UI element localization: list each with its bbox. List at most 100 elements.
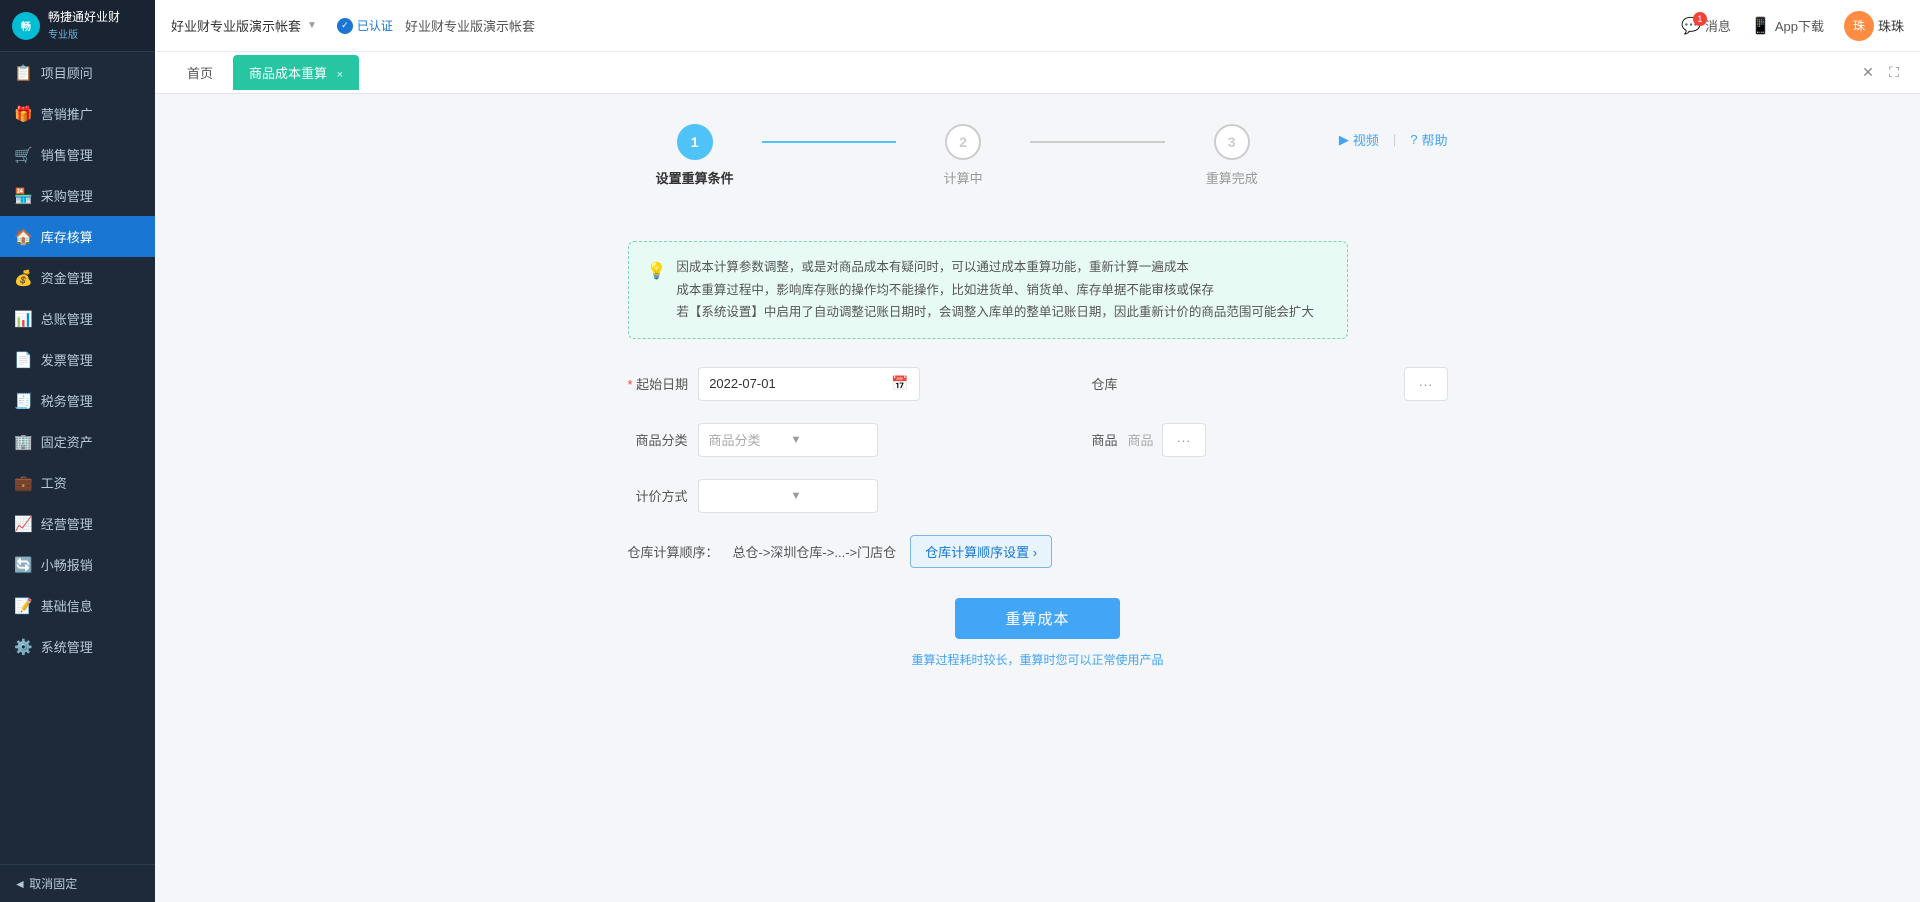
sidebar-item-operations[interactable]: 📈 经营管理 [0, 503, 155, 544]
warehouse-order-settings-btn[interactable]: 仓库计算顺序设置 › [910, 535, 1052, 568]
project-icon: 📋 [14, 64, 33, 82]
info-line3: 若【系统设置】中启用了自动调整记账日期时，会调整入库单的整单记账日期，因此重新计… [676, 301, 1314, 324]
warehouse-select-btn[interactable]: ··· [1404, 367, 1448, 401]
calendar-icon[interactable]: 📅 [891, 375, 908, 392]
topbar: 好业财专业版演示帐套 ▼ ✓ 已认证 好业财专业版演示帐套 💬 1 消息 📱 A… [155, 0, 1920, 52]
payroll-icon: 💼 [14, 474, 33, 492]
account-selector[interactable]: 好业财专业版演示帐套 ▼ [171, 16, 317, 35]
step-3: 3 重算完成 [1165, 124, 1299, 187]
inventory-icon: 🏠 [14, 228, 33, 246]
warehouse-order-value: 总仓->深圳仓库->...->门店仓 [733, 542, 897, 561]
username-label: 珠珠 [1878, 16, 1904, 35]
sidebar-item-tax[interactable]: 🧾 税务管理 [0, 380, 155, 421]
main-area: 好业财专业版演示帐套 ▼ ✓ 已认证 好业财专业版演示帐套 💬 1 消息 📱 A… [155, 0, 1920, 902]
sidebar-pin-toggle[interactable]: ◄ 取消固定 [0, 864, 155, 902]
step-1: 1 设置重算条件 [628, 124, 762, 187]
tab-cost-recalc-label: 商品成本重算 [249, 66, 327, 81]
divider: | [1393, 132, 1396, 147]
field-category: 商品分类 商品分类 ▼ [628, 423, 1018, 457]
pricing-select[interactable]: ▼ [698, 479, 878, 513]
marketing-icon: 🎁 [14, 105, 33, 123]
app-download-btn[interactable]: 📱 App下载 [1751, 16, 1824, 36]
sidebar-item-label: 总账管理 [41, 309, 93, 328]
message-badge: 1 [1693, 12, 1707, 26]
sidebar-item-label: 工资 [41, 473, 67, 492]
start-date-input[interactable] [709, 376, 885, 391]
goods-value-placeholder: 商品 [1128, 430, 1154, 449]
video-link[interactable]: ▶ 视频 [1339, 130, 1379, 149]
sidebar-item-inventory[interactable]: 🏠 库存核算 [0, 216, 155, 257]
sidebar-item-sales[interactable]: 🛒 销售管理 [0, 134, 155, 175]
expand-window-btn[interactable]: ⛶ [1884, 63, 1904, 83]
avatar: 珠 [1844, 11, 1874, 41]
sidebar-item-marketing[interactable]: 🎁 营销推广 [0, 93, 155, 134]
recalc-note: 重算过程耗时较长，重算时您可以正常使用产品 [911, 651, 1163, 668]
invoice-icon: 📄 [14, 351, 33, 369]
sidebar-item-system[interactable]: ⚙️ 系统管理 [0, 626, 155, 667]
category-label: 商品分类 [628, 430, 688, 449]
sidebar-item-expense[interactable]: 🔄 小畅报销 [0, 544, 155, 585]
app-logo: 畅 [12, 12, 40, 40]
purchase-icon: 🏪 [14, 187, 33, 205]
sidebar-item-label: 发票管理 [41, 350, 93, 369]
sidebar-item-project[interactable]: 📋 项目顾问 [0, 52, 155, 93]
account-full-name: 好业财专业版演示帐套 [405, 16, 535, 35]
category-select[interactable]: 商品分类 ▼ [698, 423, 878, 457]
top-links: ▶ 视频 | ? 帮助 [1339, 130, 1448, 149]
video-icon: ▶ [1339, 132, 1349, 148]
verified-text: 已认证 [357, 17, 393, 34]
help-link[interactable]: ? 帮助 [1410, 130, 1447, 149]
system-icon: ⚙️ [14, 638, 33, 656]
pin-toggle-label: ◄ 取消固定 [14, 875, 77, 892]
tab-cost-recalc[interactable]: 商品成本重算 × [233, 55, 359, 90]
recalc-section: 重算成本 重算过程耗时较长，重算时您可以正常使用产品 [628, 598, 1448, 668]
sidebar-item-label: 项目顾问 [41, 63, 93, 82]
app-title: 畅捷通好业财 [48, 10, 120, 26]
goods-select-btn[interactable]: ··· [1162, 423, 1206, 457]
step-line-1 [762, 141, 896, 143]
steps-container: 1 设置重算条件 2 计算中 [628, 124, 1299, 187]
tab-home[interactable]: 首页 [171, 55, 229, 90]
sidebar-item-invoice[interactable]: 📄 发票管理 [0, 339, 155, 380]
message-btn[interactable]: 💬 1 消息 [1681, 16, 1731, 36]
info-content: 因成本计算参数调整，或是对商品成本有疑问时，可以通过成本重算功能，重新计算一遍成… [676, 256, 1314, 324]
sidebar-item-accounting[interactable]: 📊 总账管理 [0, 298, 155, 339]
sidebar-item-assets[interactable]: 🏢 固定资产 [0, 421, 155, 462]
sidebar-item-finance[interactable]: 💰 资金管理 [0, 257, 155, 298]
sidebar-item-basic[interactable]: 📝 基础信息 [0, 585, 155, 626]
warehouse-order-label: 仓库计算顺序： [628, 542, 719, 561]
start-date-input-wrap[interactable]: 📅 [698, 367, 919, 401]
help-icon: ? [1410, 132, 1417, 147]
sidebar-item-label: 营销推广 [41, 104, 93, 123]
sidebar-item-label: 税务管理 [41, 391, 93, 410]
recalc-btn-label: 重算成本 [1005, 611, 1069, 628]
expense-icon: 🔄 [14, 556, 33, 574]
finance-icon: 💰 [14, 269, 33, 287]
sidebar-item-purchase[interactable]: 🏪 采购管理 [0, 175, 155, 216]
sidebar-nav: 📋 项目顾问 🎁 营销推广 🛒 销售管理 🏪 采购管理 🏠 库存核算 💰 资金管… [0, 52, 155, 864]
warehouse-label: 仓库 [1058, 374, 1118, 393]
step-3-circle: 3 [1214, 124, 1250, 160]
close-window-btn[interactable]: ✕ [1858, 63, 1878, 83]
start-date-label: * 起始日期 [628, 374, 689, 393]
accounting-icon: 📊 [14, 310, 33, 328]
form-row-1: * 起始日期 📅 仓库 ··· [628, 367, 1448, 401]
video-label: 视频 [1353, 130, 1379, 149]
verified-icon: ✓ [337, 18, 353, 34]
warehouse-order-btn-label: 仓库计算顺序设置 › [925, 542, 1037, 561]
sidebar-item-label: 固定资产 [41, 432, 93, 451]
field-start-date: * 起始日期 📅 [628, 367, 1018, 401]
app-download-label: App下载 [1775, 16, 1824, 35]
recalc-btn[interactable]: 重算成本 [955, 598, 1119, 639]
field-pricing: 计价方式 ▼ [628, 479, 1018, 513]
sidebar-item-label: 采购管理 [41, 186, 93, 205]
pricing-label: 计价方式 [628, 486, 688, 505]
topbar-actions: 💬 1 消息 📱 App下载 珠 珠珠 [1681, 11, 1904, 41]
basic-icon: 📝 [14, 597, 33, 615]
user-profile[interactable]: 珠 珠珠 [1844, 11, 1904, 41]
sidebar-item-label: 基础信息 [41, 596, 93, 615]
tab-close-icon[interactable]: × [337, 69, 343, 81]
app-subtitle: 专业版 [48, 26, 120, 41]
sidebar-item-payroll[interactable]: 💼 工资 [0, 462, 155, 503]
form-section: 1 设置重算条件 2 计算中 [628, 124, 1448, 668]
